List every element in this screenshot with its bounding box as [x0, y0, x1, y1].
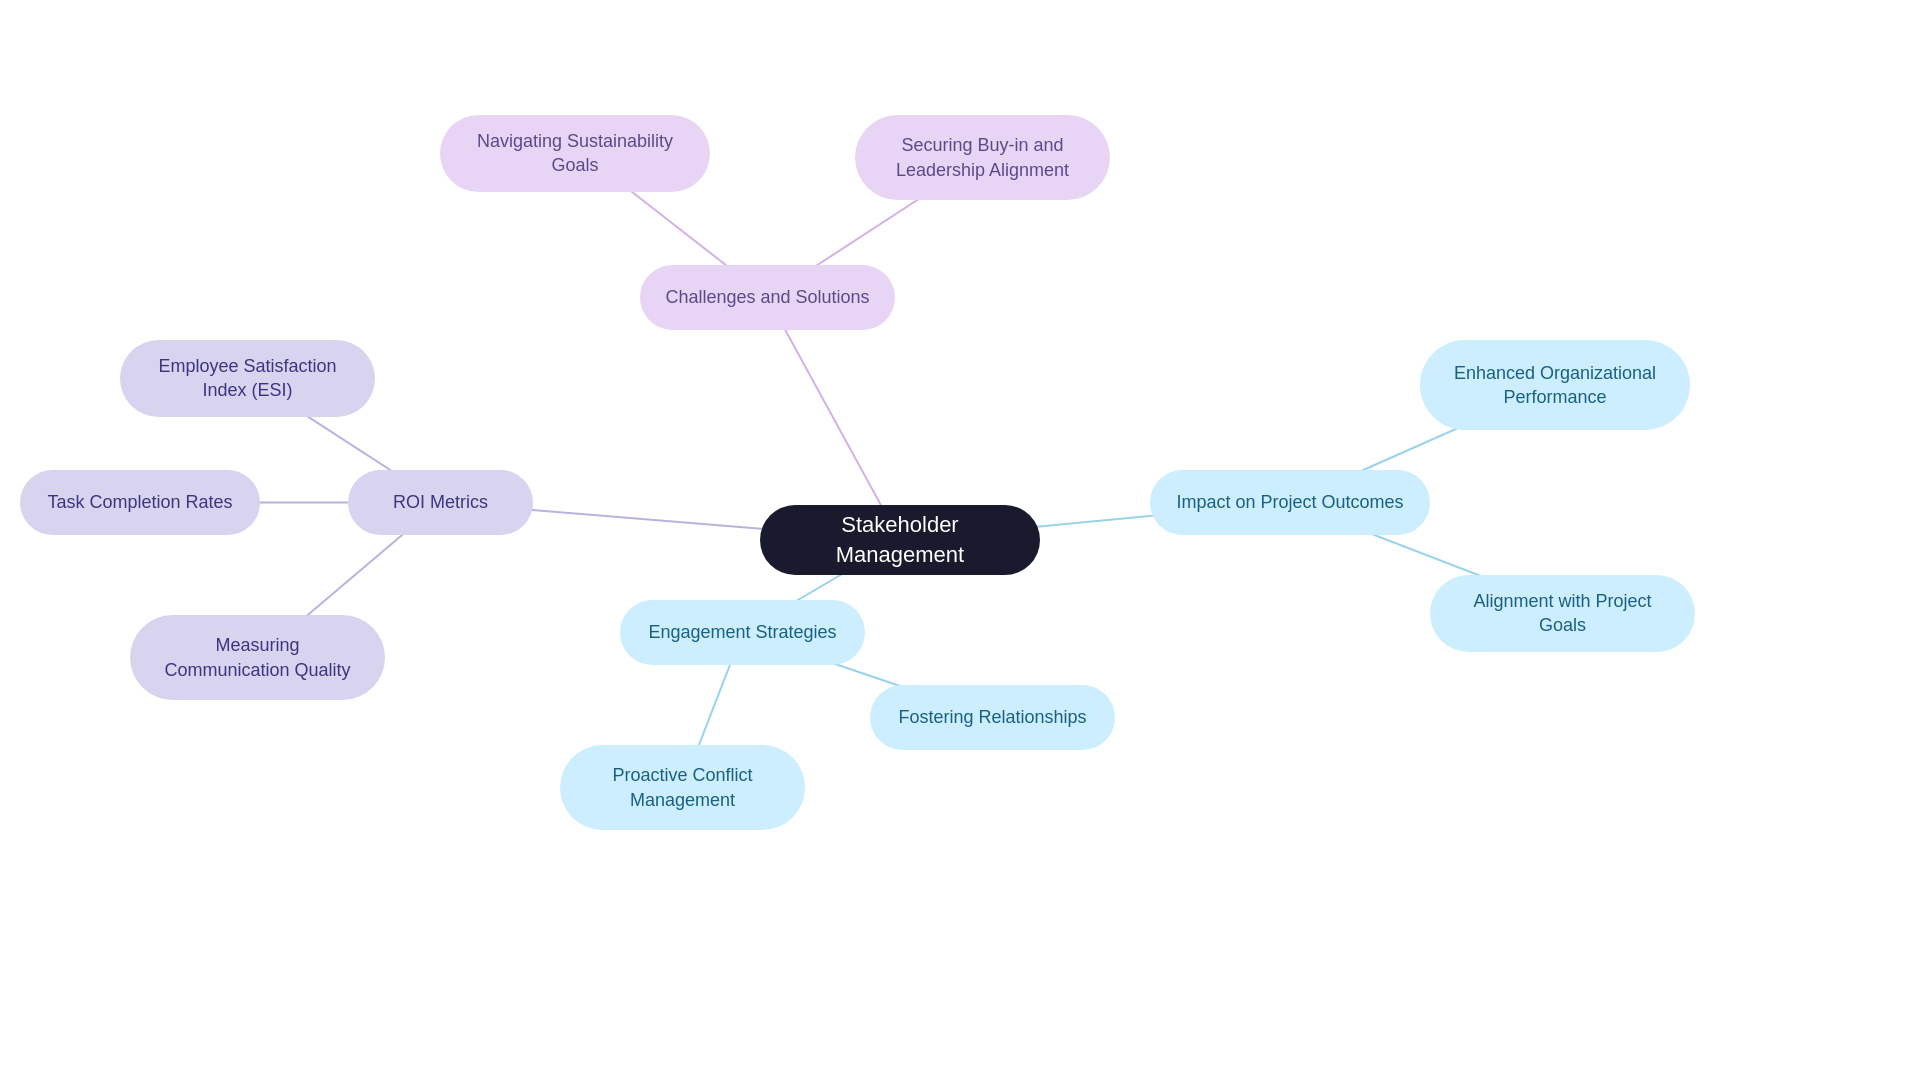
impact-project-node: Impact on Project Outcomes [1150, 470, 1430, 535]
engagement-strategies-node: Engagement Strategies [620, 600, 865, 665]
fostering-relationships-node: Fostering Relationships [870, 685, 1115, 750]
proactive-conflict-node: Proactive Conflict Management [560, 745, 805, 830]
roi-metrics-node: ROI Metrics [348, 470, 533, 535]
enhanced-org-node: Enhanced Organizational Performance [1420, 340, 1690, 430]
employee-satisfaction-node: Employee Satisfaction Index (ESI) [120, 340, 375, 417]
mindmap-container: Stakeholder Management Navigating Sustain… [0, 0, 1920, 1083]
nav-sustainability-node: Navigating Sustainability Goals [440, 115, 710, 192]
alignment-goals-node: Alignment with Project Goals [1430, 575, 1695, 652]
center-node: Stakeholder Management [760, 505, 1040, 575]
task-completion-node: Task Completion Rates [20, 470, 260, 535]
challenges-solutions-node: Challenges and Solutions [640, 265, 895, 330]
securing-buyin-node: Securing Buy-in and Leadership Alignment [855, 115, 1110, 200]
svg-line-0 [768, 298, 901, 541]
measuring-comm-node: Measuring Communication Quality [130, 615, 385, 700]
